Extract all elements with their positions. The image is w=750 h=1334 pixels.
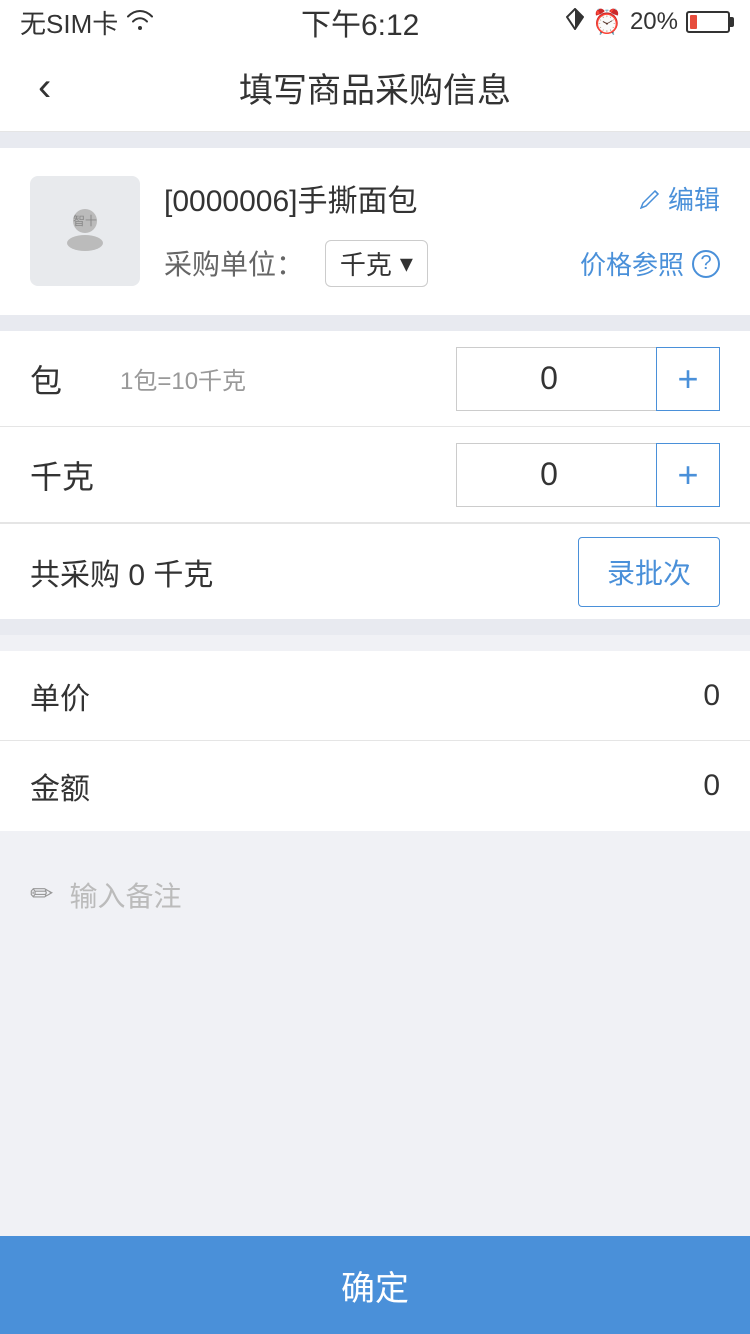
status-left: 无SIM卡 <box>20 4 154 41</box>
top-divider <box>0 132 750 148</box>
product-image: 智十 <box>30 176 140 286</box>
svg-text:智十: 智十 <box>73 213 97 228</box>
price-section: 单价 0 金额 0 <box>0 651 750 831</box>
unit-select[interactable]: 千克 ▾ <box>325 240 428 287</box>
bag-input-row: 包 1包=10千克 + <box>0 331 750 427</box>
product-name: [0000006]手撕面包 <box>164 176 417 220</box>
bag-label: 包 <box>30 356 110 402</box>
bag-sub-label: 1包=10千克 <box>120 361 456 396</box>
summary-text: 共采购 0 千克 <box>30 550 213 594</box>
page-title: 填写商品采购信息 <box>239 63 511 112</box>
status-right: ⏰ 20% <box>566 8 730 37</box>
amount-label: 金额 <box>30 764 90 808</box>
bag-plus-button[interactable]: + <box>656 347 720 411</box>
unit-price-label: 单价 <box>30 674 90 718</box>
note-placeholder[interactable]: 输入备注 <box>69 875 181 915</box>
batch-button[interactable]: 录批次 <box>578 537 720 607</box>
battery-icon <box>686 11 730 33</box>
status-bar: 无SIM卡 下午6:12 ⏰ 20% <box>0 0 750 44</box>
confirm-button[interactable]: 确定 <box>341 1261 409 1310</box>
product-card: 智十 [0000006]手撕面包 编辑 采购单位： 千 <box>0 148 750 315</box>
product-info: [0000006]手撕面包 编辑 采购单位： 千克 ▾ <box>164 176 720 287</box>
time-label: 下午6:12 <box>301 0 419 44</box>
nav-bar: ‹ 填写商品采购信息 <box>0 44 750 132</box>
bag-number-input[interactable] <box>456 347 656 411</box>
main-content: 智十 [0000006]手撕面包 编辑 采购单位： 千 <box>0 132 750 1105</box>
summary-row: 共采购 0 千克 录批次 <box>0 523 750 619</box>
price-ref-button[interactable]: 价格参照 ? <box>580 245 720 282</box>
amount-row: 金额 0 <box>0 741 750 831</box>
edit-button[interactable]: 编辑 <box>640 180 720 217</box>
section-divider-1 <box>0 315 750 331</box>
kg-plus-button[interactable]: + <box>656 443 720 507</box>
kg-number-input[interactable] <box>456 443 656 507</box>
price-ref-icon: ? <box>692 250 720 278</box>
location-icon <box>566 8 584 37</box>
kg-input-row: 千克 + <box>0 427 750 523</box>
unit-row: 采购单位： 千克 ▾ 价格参照 ? <box>164 240 720 287</box>
back-button[interactable]: ‹ <box>28 55 61 120</box>
pencil-icon: ✏ <box>30 877 53 910</box>
unit-price-row: 单价 0 <box>0 651 750 741</box>
kg-label: 千克 <box>30 452 110 498</box>
bag-input-section: 包 1包=10千克 + 千克 + <box>0 331 750 523</box>
confirm-section: 确定 <box>0 1236 750 1334</box>
carrier-label: 无SIM卡 <box>20 4 118 41</box>
battery-percent: 20% <box>630 8 678 36</box>
unit-label: 采购单位： <box>164 249 304 280</box>
unit-price-value: 0 <box>703 679 720 713</box>
amount-value: 0 <box>703 769 720 803</box>
product-name-row: [0000006]手撕面包 编辑 <box>164 176 720 220</box>
wifi-icon <box>126 7 154 38</box>
bag-input-control: + <box>456 347 720 411</box>
alarm-icon: ⏰ <box>592 8 622 37</box>
kg-input-control: + <box>456 443 720 507</box>
note-section: ✏ 输入备注 <box>0 847 750 1007</box>
section-divider-2 <box>0 619 750 635</box>
